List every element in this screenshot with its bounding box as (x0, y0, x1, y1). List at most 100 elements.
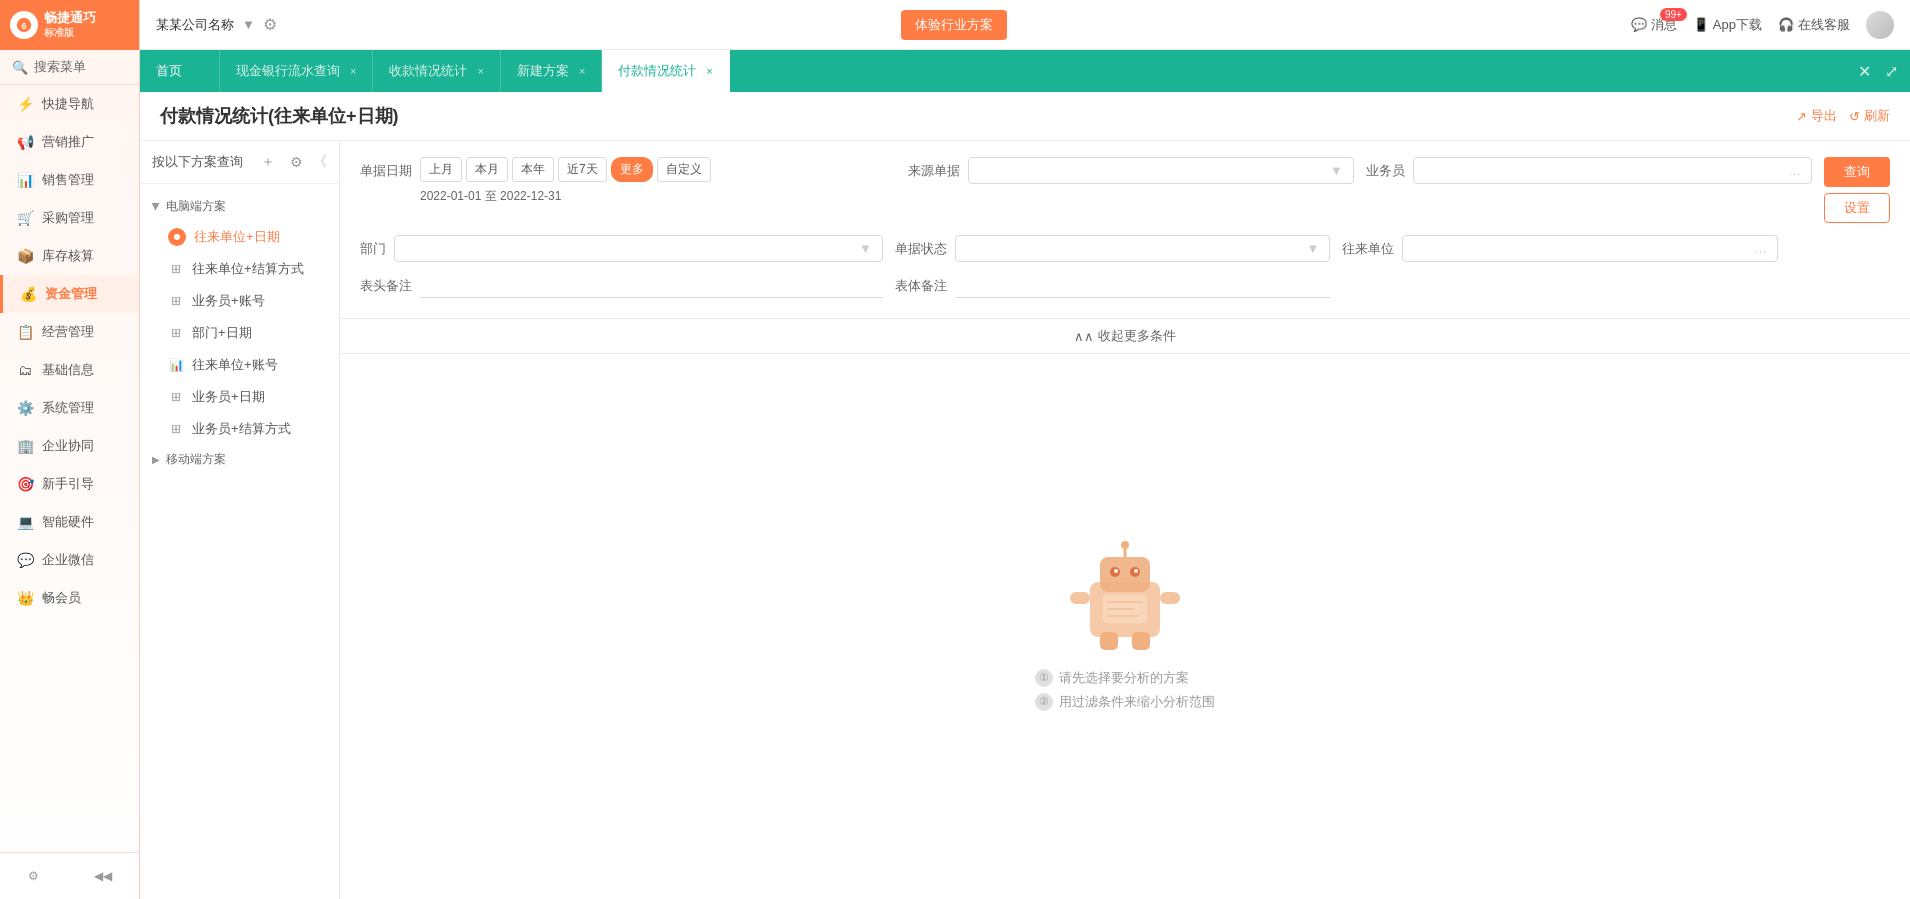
body-note-input[interactable] (955, 274, 1331, 298)
sidebar-item-enterprise[interactable]: 🏢 企业协同 (0, 427, 139, 465)
sidebar-item-system[interactable]: ⚙️ 系统管理 (0, 389, 139, 427)
header-settings-icon[interactable]: ⚙ (263, 15, 277, 34)
date-7days-btn[interactable]: 近7天 (558, 157, 607, 182)
scheme-group-desktop-header[interactable]: ▶ 电脑端方案 (140, 192, 339, 221)
scheme-tree: ▶ 电脑端方案 往来单位+日期 ⊞ 往来单位+结算方式 ⊞ (140, 184, 339, 899)
sidebar-item-label: 基础信息 (42, 361, 94, 379)
page-content: 付款情况统计(往来单位+日期) ↗ 导出 ↺ 刷新 按以下方案查询 ＋ (140, 92, 1910, 899)
scheme-item-staff-date[interactable]: ⊞ 业务员+日期 (140, 381, 339, 413)
scheme-item-partner-account[interactable]: 📊 往来单位+账号 (140, 349, 339, 381)
user-avatar[interactable] (1866, 11, 1894, 39)
app-download-btn[interactable]: 📱 App下载 (1693, 16, 1762, 34)
scheme-panel: 按以下方案查询 ＋ ⚙ 《 ▶ 电脑端方案 (140, 141, 340, 899)
filter-settings-btn[interactable]: 设置 (1824, 193, 1890, 223)
sidebar-item-basic[interactable]: 🗂 基础信息 (0, 351, 139, 389)
scheme-item-staff-account[interactable]: ⊞ 业务员+账号 (140, 285, 339, 317)
guide-icon: 🎯 (16, 475, 34, 493)
dept-select[interactable]: ▼ (394, 235, 883, 262)
sidebar-item-inventory[interactable]: 📦 库存核算 (0, 237, 139, 275)
scheme-toolbar: 按以下方案查询 ＋ ⚙ 《 (140, 141, 339, 184)
sidebar-item-sales[interactable]: 📊 销售管理 (0, 161, 139, 199)
receipts-tab-close[interactable]: × (477, 65, 483, 77)
partner-select[interactable]: … (1402, 235, 1778, 262)
payments-tab-close[interactable]: × (706, 65, 712, 77)
sidebar-item-hardware[interactable]: 💻 智能硬件 (0, 503, 139, 541)
date-this-year-btn[interactable]: 本年 (512, 157, 554, 182)
sidebar-item-member[interactable]: 👑 畅会员 (0, 579, 139, 617)
sidebar-item-operation[interactable]: 📋 经营管理 (0, 313, 139, 351)
tab-home[interactable]: 首页 (140, 50, 220, 92)
body-note-label: 表体备注 (895, 277, 947, 295)
new-scheme-tab-label: 新建方案 (517, 62, 569, 80)
sidebar-item-quick-nav[interactable]: ⚡ 快捷导航 (0, 85, 139, 123)
scheme-item-label: 业务员+账号 (192, 292, 265, 310)
sidebar-item-label: 企业协同 (42, 437, 94, 455)
collapse-conditions-btn[interactable]: ∧∧ 收起更多条件 (1074, 327, 1176, 345)
sidebar-item-label: 资金管理 (45, 285, 97, 303)
refresh-label: 刷新 (1864, 107, 1890, 125)
scheme-item-label: 往来单位+账号 (192, 356, 278, 374)
sidebar-item-guide[interactable]: 🎯 新手引导 (0, 465, 139, 503)
export-label: 导出 (1811, 107, 1837, 125)
tab-new-scheme[interactable]: 新建方案 × (501, 50, 602, 92)
notice-btn[interactable]: 💬 消息 99+ (1631, 16, 1677, 34)
cash-flow-tab-label: 现金银行流水查询 (236, 62, 340, 80)
refresh-btn[interactable]: ↺ 刷新 (1849, 107, 1890, 125)
table-icon: ⊞ (168, 262, 184, 276)
export-btn[interactable]: ↗ 导出 (1796, 107, 1837, 125)
tab-cash-flow[interactable]: 现金银行流水查询 × (220, 50, 373, 92)
scheme-settings-btn[interactable]: ⚙ (285, 151, 307, 173)
date-more-btn[interactable]: 更多 (611, 157, 653, 182)
try-industry-btn[interactable]: 体验行业方案 (901, 10, 1007, 40)
search-menu[interactable]: 🔍 搜索菜单 (0, 50, 139, 85)
tab-payments[interactable]: 付款情况统计 × (602, 50, 729, 92)
date-range-display: 2022-01-01 至 2022-12-31 (420, 188, 896, 205)
svg-point-6 (1114, 569, 1118, 573)
tab-bar: 首页 现金银行流水查询 × 收款情况统计 × 新建方案 × 付款情况统计 × ✕… (140, 50, 1910, 92)
tab-close-all-btn[interactable]: ✕ (1854, 58, 1875, 85)
source-select[interactable]: ▼ (968, 157, 1354, 184)
sales-icon: 📊 (16, 171, 34, 189)
collapse-bar: ∧∧ 收起更多条件 (340, 319, 1910, 354)
desktop-group-arrow: ▶ (151, 203, 162, 211)
scheme-toolbar-icons: ＋ ⚙ 《 (257, 151, 327, 173)
scheme-item-dept-date[interactable]: ⊞ 部门+日期 (140, 317, 339, 349)
scheme-item-staff-settle[interactable]: ⊞ 业务员+结算方式 (140, 413, 339, 445)
sidebar-item-marketing[interactable]: 📢 营销推广 (0, 123, 139, 161)
basic-icon: 🗂 (16, 361, 34, 379)
sidebar-collapse-btn[interactable]: ◀◀ (82, 863, 124, 889)
cash-flow-tab-close[interactable]: × (350, 65, 356, 77)
date-last-month-btn[interactable]: 上月 (420, 157, 462, 182)
sidebar-item-purchase[interactable]: 🛒 采购管理 (0, 199, 139, 237)
scheme-collapse-btn[interactable]: 《 (313, 153, 327, 171)
sidebar-footer: ⚙ ◀◀ (0, 852, 139, 899)
company-dropdown-icon[interactable]: ▼ (242, 17, 255, 32)
doc-status-label: 单据状态 (895, 240, 947, 258)
new-scheme-tab-close[interactable]: × (579, 65, 585, 77)
tab-receipts[interactable]: 收款情况统计 × (373, 50, 500, 92)
query-btn[interactable]: 查询 (1824, 157, 1890, 187)
settings-icon: ⚙ (28, 869, 39, 883)
date-this-month-btn[interactable]: 本月 (466, 157, 508, 182)
quick-nav-icon: ⚡ (16, 95, 34, 113)
table-icon: ⊞ (168, 422, 184, 436)
scheme-item-partner-settle[interactable]: ⊞ 往来单位+结算方式 (140, 253, 339, 285)
system-icon: ⚙️ (16, 399, 34, 417)
header-note-input[interactable] (420, 274, 883, 298)
online-service-btn[interactable]: 🎧 在线客服 (1778, 16, 1850, 34)
empty-hint-1: ① 请先选择要分析的方案 (1035, 669, 1215, 687)
sidebar-item-capital[interactable]: 💰 资金管理 (0, 275, 139, 313)
staff-select[interactable]: … (1413, 157, 1812, 184)
scheme-item-partner-date[interactable]: 往来单位+日期 (140, 221, 339, 253)
sidebar-item-label: 新手引导 (42, 475, 94, 493)
scheme-group-mobile-header[interactable]: ▶ 移动端方案 (140, 445, 339, 474)
svg-rect-13 (1132, 632, 1150, 650)
scheme-add-btn[interactable]: ＋ (257, 151, 279, 173)
sidebar-settings-btn[interactable]: ⚙ (16, 863, 51, 889)
date-custom-btn[interactable]: 自定义 (657, 157, 711, 182)
page-header: 付款情况统计(往来单位+日期) ↗ 导出 ↺ 刷新 (140, 92, 1910, 141)
doc-status-select[interactable]: ▼ (955, 235, 1331, 262)
tab-maximize-btn[interactable]: ⤢ (1881, 58, 1902, 85)
sidebar-item-wechat[interactable]: 💬 企业微信 (0, 541, 139, 579)
receipts-tab-label: 收款情况统计 (389, 62, 467, 80)
